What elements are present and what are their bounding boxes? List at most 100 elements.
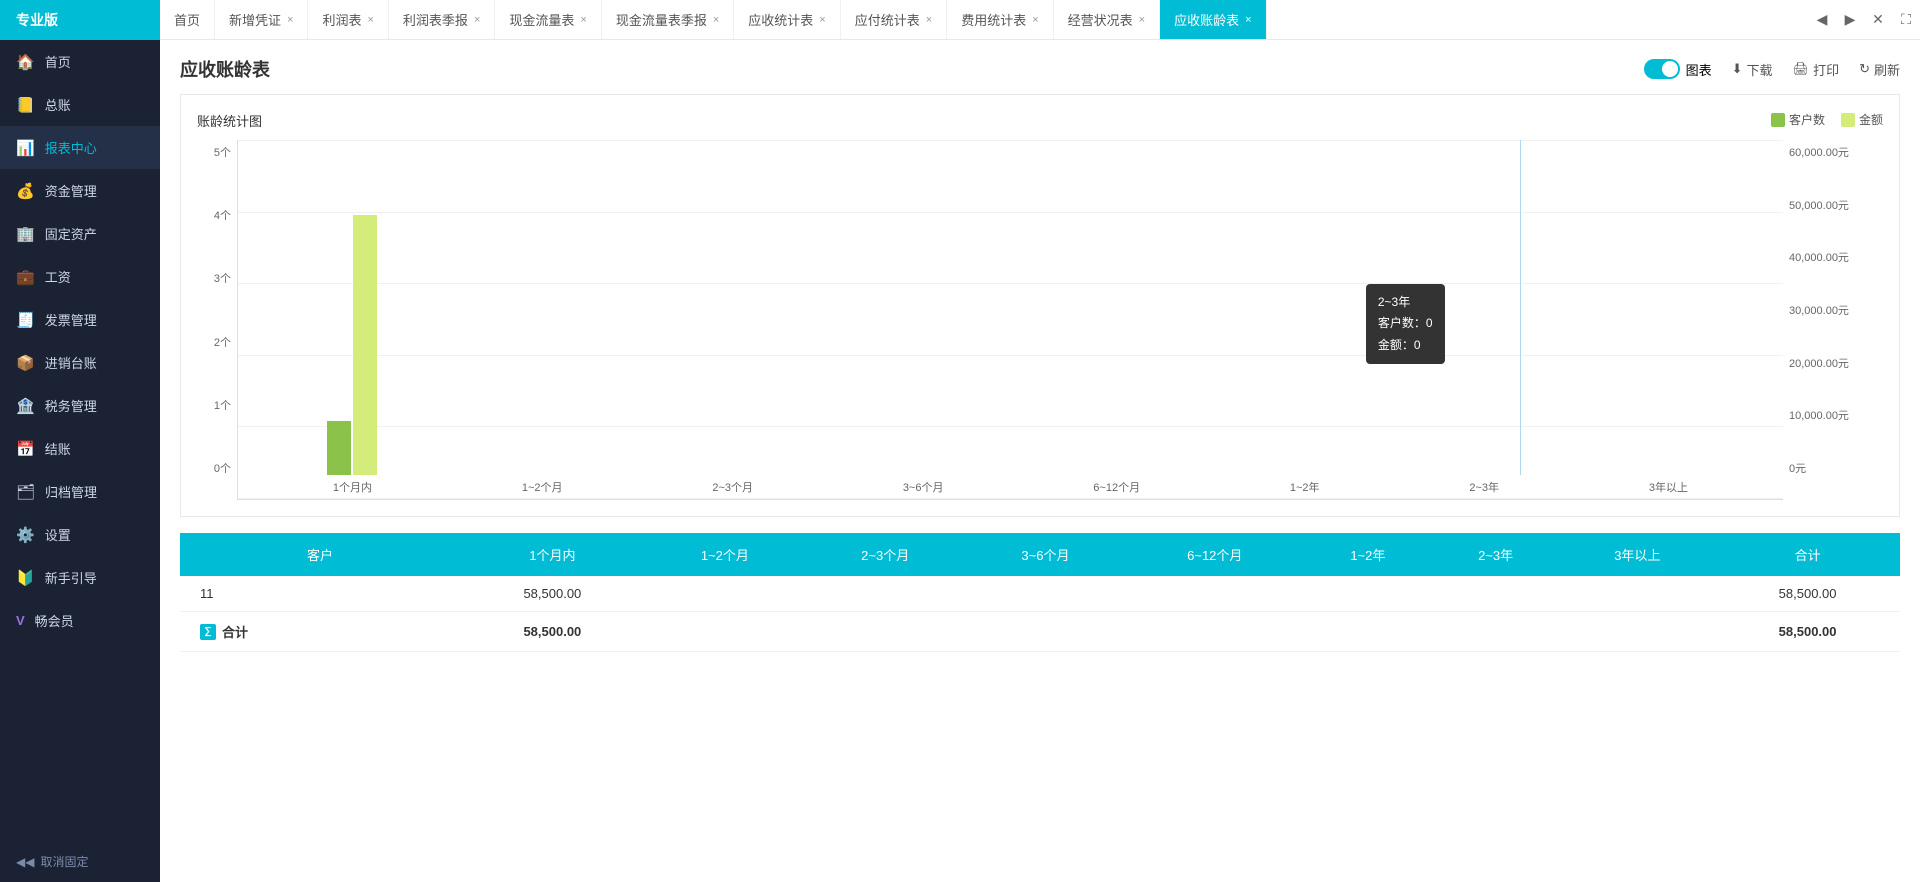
data-table: 客户 1个月内 1~2个月 2~3个月 3~6个月 6~12个月 1~2年 2~… [180,533,1900,652]
main-area: 首页 新增凭证 × 利润表 × 利润表季报 × 现金流量表 × 现金流量表季报 … [160,0,1920,882]
col-m12: 6~12个月 [1126,533,1304,576]
sidebar-item-sales[interactable]: 📦 进销台账 [0,341,160,384]
tab-close-all[interactable]: ✕ [1864,0,1892,40]
legend-amount-label: 金额 [1859,111,1883,128]
tab-profit-quarterly-close[interactable]: × [474,14,480,26]
tab-ar-stats[interactable]: 应收统计表 × [734,0,840,40]
tab-profit-close[interactable]: × [367,14,373,26]
tooltip-customer-count: 客户数：0 [1378,313,1433,335]
bar-pair-m1 [327,215,377,475]
chart-legend: 客户数 金额 [1771,111,1883,128]
tab-operations[interactable]: 经营状况表 × [1054,0,1160,40]
tab-ar-aging[interactable]: 应收账龄表 × [1160,0,1266,40]
sidebar-item-funds[interactable]: 💰 资金管理 [0,169,160,212]
x-label-y3: 2~3年 [1469,479,1499,495]
assets-icon: 🏢 [16,225,35,243]
sidebar-item-settings[interactable]: ⚙️ 设置 [0,513,160,556]
vip-icon: V [16,613,25,628]
tab-scroll-left[interactable]: ◀ [1808,0,1836,40]
y-right-label-50k: 50,000.00元 [1789,197,1849,213]
bars-area [238,140,1783,475]
tab-cashflow[interactable]: 现金流量表 × [495,0,601,40]
total-icon: ∑ [200,624,216,640]
sales-icon: 📦 [16,354,35,372]
col-total: 合计 [1715,533,1900,576]
total-m6 [965,612,1125,652]
sidebar-item-guide[interactable]: 🔰 新手引导 [0,556,160,599]
y-left-label-1: 1个 [214,397,231,413]
pin-left-icon: ◀◀ [16,855,34,869]
x-labels: 1个月内 1~2个月 2~3个月 3~6个月 6~12个月 1~2年 2~3年 … [238,475,1783,499]
y-left-label-0: 0个 [214,460,231,476]
x-label-m12: 6~12个月 [1093,479,1140,495]
total-m3 [805,612,965,652]
home-icon: 🏠 [16,53,35,71]
sidebar-item-home[interactable]: 🏠 首页 [0,40,160,83]
print-icon: 🖨 [1793,61,1810,77]
page-actions: 图表 ⬇ 下载 🖨 打印 ↻ 刷新 [1644,59,1900,79]
chart-tooltip: 2~3年 客户数：0 金额：0 [1366,284,1445,365]
x-label-m3: 2~3个月 [712,479,753,495]
archive-icon: 🗂 [16,483,35,501]
tab-ap-stats[interactable]: 应付统计表 × [841,0,947,40]
table-row: 11 58,500.00 58,500.00 [180,576,1900,612]
sidebar-item-salary[interactable]: 💼 工资 [0,255,160,298]
print-button[interactable]: 🖨 打印 [1793,60,1840,79]
total-row: ∑ 合计 58,500.00 58,500.00 [180,612,1900,652]
tab-voucher-close[interactable]: × [287,14,293,26]
y-right-label-0: 0元 [1789,460,1806,476]
tab-ap-stats-close[interactable]: × [926,14,932,26]
sidebar-item-invoices[interactable]: 🧾 发票管理 [0,298,160,341]
tab-expense-close[interactable]: × [1032,14,1038,26]
tax-icon: 🏦 [16,397,35,415]
guide-icon: 🔰 [16,569,35,587]
reports-icon: 📊 [16,139,35,157]
y-axis-left: 5个 4个 3个 2个 1个 0个 [197,140,237,500]
page-header: 应收账龄表 图表 ⬇ 下载 🖨 打印 ↻ [180,56,1900,82]
legend-customer-count: 客户数 [1771,111,1825,128]
total-m1: 58,500.00 [460,612,645,652]
x-label-m6: 3~6个月 [903,479,944,495]
y-right-label-30k: 30,000.00元 [1789,302,1849,318]
tab-cashflow-quarterly[interactable]: 现金流量表季报 × [602,0,734,40]
total-y3 [1432,612,1560,652]
sidebar-item-reports[interactable]: 📊 报表中心 [0,126,160,169]
download-icon: ⬇ [1732,61,1743,77]
y-axis-right: 60,000.00元 50,000.00元 40,000.00元 30,000.… [1783,140,1883,500]
x-label-m1: 1个月内 [333,479,372,495]
refresh-button[interactable]: ↻ 刷新 [1859,60,1900,79]
unpin-sidebar-button[interactable]: ◀◀ 取消固定 [0,841,160,882]
sidebar-item-close[interactable]: 📅 结账 [0,427,160,470]
legend-customer-label: 客户数 [1789,111,1825,128]
tab-profit[interactable]: 利润表 × [308,0,388,40]
tab-operations-close[interactable]: × [1139,14,1145,26]
tab-voucher[interactable]: 新增凭证 × [215,0,308,40]
tab-scroll-right[interactable]: ▶ [1836,0,1864,40]
tab-expense[interactable]: 费用统计表 × [947,0,1053,40]
tab-home[interactable]: 首页 [160,0,215,40]
sidebar-item-assets[interactable]: 🏢 固定资产 [0,212,160,255]
tab-profit-quarterly[interactable]: 利润表季报 × [389,0,495,40]
content-area: 应收账龄表 图表 ⬇ 下载 🖨 打印 ↻ [160,40,1920,882]
bar-m1-customers [327,421,351,475]
sidebar-item-ledger[interactable]: 📒 总账 [0,83,160,126]
chart-toggle[interactable] [1644,59,1680,79]
tab-ar-aging-close[interactable]: × [1245,14,1251,26]
tab-cashflow-close[interactable]: × [580,14,586,26]
tab-ar-stats-close[interactable]: × [819,14,825,26]
x-label-m2: 1~2个月 [522,479,563,495]
download-button[interactable]: ⬇ 下载 [1732,60,1773,79]
cell-m3 [805,576,965,612]
tab-cashflow-quarterly-close[interactable]: × [713,14,719,26]
sidebar-item-vip[interactable]: V 畅会员 [0,599,160,642]
app-logo: 专业版 [0,0,160,40]
sidebar-item-tax[interactable]: 🏦 税务管理 [0,384,160,427]
invoices-icon: 🧾 [16,311,35,329]
tab-maximize[interactable]: ⛶ [1892,0,1920,40]
sidebar-item-archive[interactable]: 🗂 归档管理 [0,470,160,513]
total-y2 [1304,612,1432,652]
total-m2 [645,612,805,652]
y-left-label-2: 2个 [214,334,231,350]
y-right-label-40k: 40,000.00元 [1789,249,1849,265]
y-left-label-3: 3个 [214,270,231,286]
